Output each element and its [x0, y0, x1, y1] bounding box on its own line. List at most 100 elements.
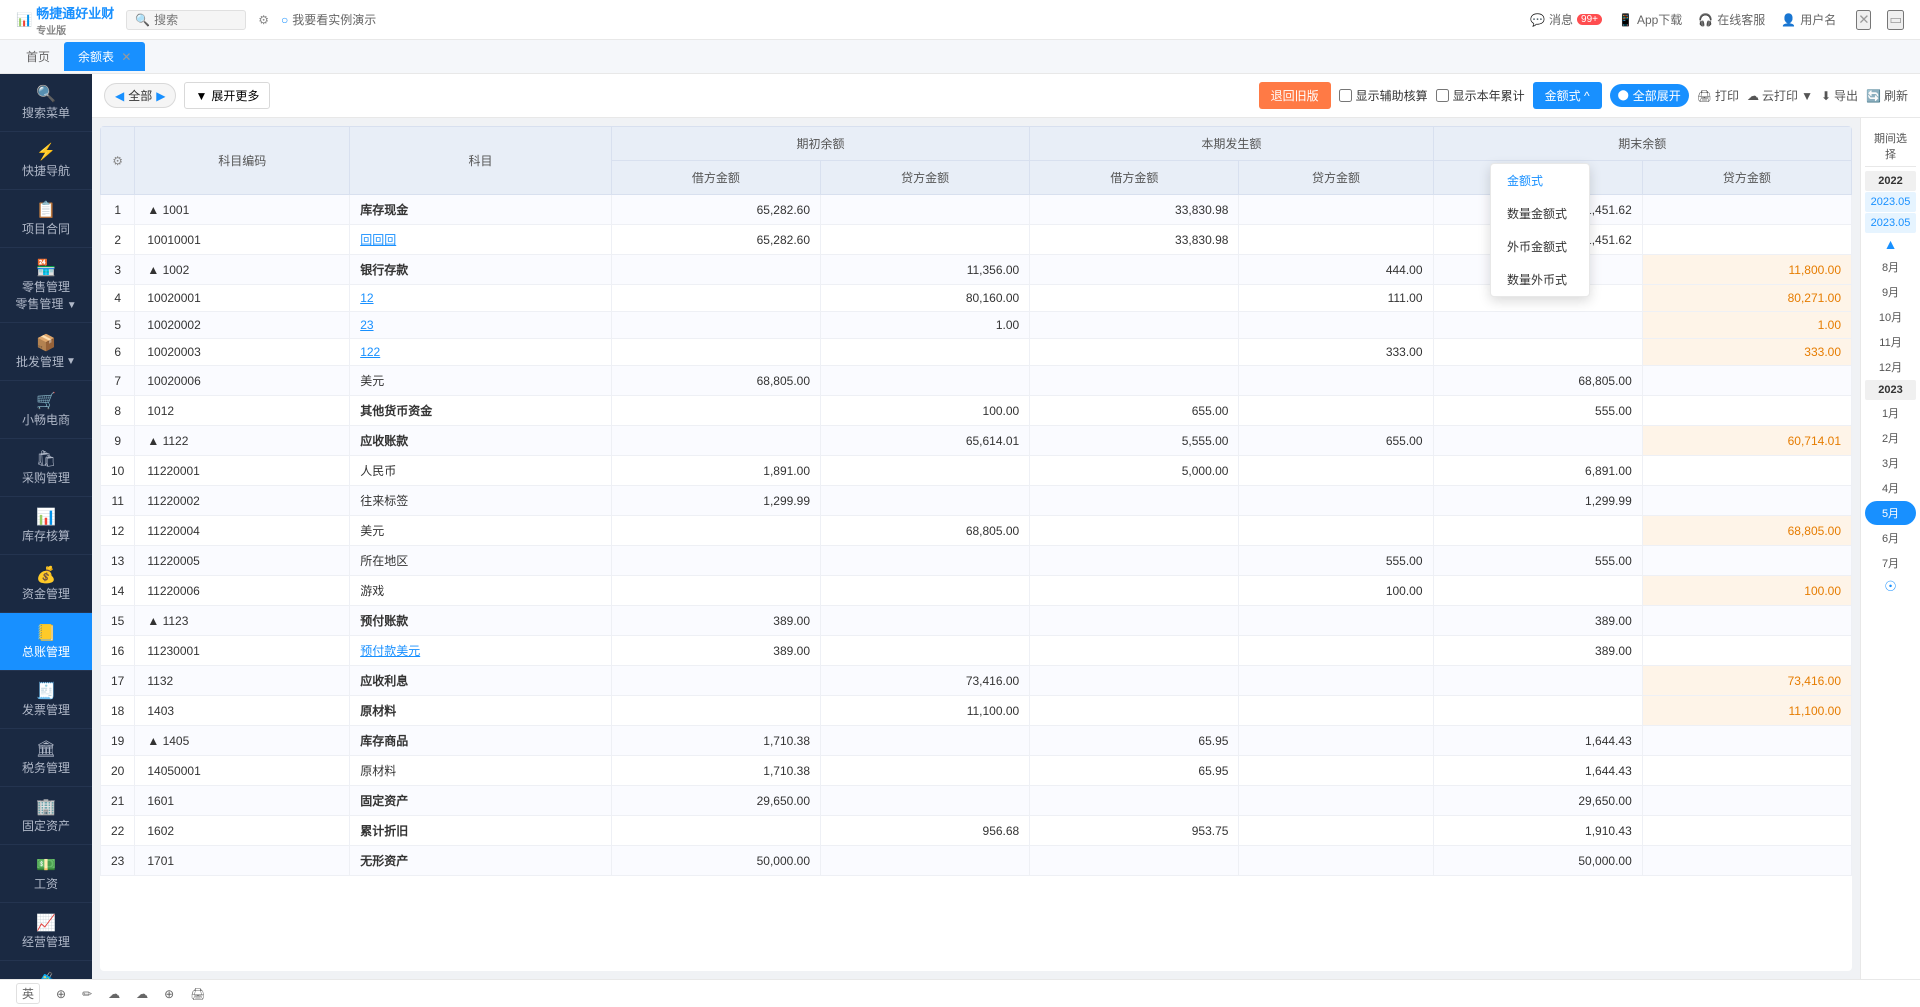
sidebar-item-management[interactable]: 📈 经营管理 — [0, 903, 92, 961]
nav-up-icon[interactable]: ▲ — [1882, 234, 1900, 254]
message-btn[interactable]: 💬 消息 99+ — [1530, 11, 1602, 28]
th-settings[interactable]: ⚙ — [101, 127, 135, 195]
period-nov[interactable]: 11月 — [1865, 330, 1916, 354]
window-close-btn[interactable]: ✕ — [1856, 10, 1871, 30]
cell-subject: 人民币 — [350, 456, 612, 486]
period-may[interactable]: 5月 — [1865, 501, 1916, 525]
sidebar-item-salary[interactable]: 💵 工资 — [0, 845, 92, 903]
cell-code: 10020002 — [135, 312, 350, 339]
show-annual-checkbox[interactable]: 显示本年累计 — [1436, 87, 1525, 104]
expand-all-toggle[interactable]: ⬤ 全部展开 — [1610, 84, 1689, 107]
back-old-version-btn[interactable]: 退回旧版 — [1259, 82, 1331, 109]
online-service-btn[interactable]: 🎧 在线客服 — [1698, 11, 1765, 28]
table-settings-icon[interactable]: ⚙ — [112, 154, 123, 168]
status-cloud1-icon[interactable]: ☁ — [108, 987, 120, 1001]
cell-o-credit — [821, 339, 1030, 366]
dropdown-item-amount[interactable]: 金额式 — [1491, 164, 1589, 197]
sidebar-item-invoice[interactable]: 🧾 发票管理 — [0, 671, 92, 729]
period-feb[interactable]: 2月 — [1865, 426, 1916, 450]
top-header: 📊 畅捷通好业财 专业版 🔍 ⚙ ○ 我要看实例演示 💬 消息 99+ 📱 Ap… — [0, 0, 1920, 40]
window-maximize-btn[interactable]: ▭ — [1887, 10, 1904, 30]
search-filter[interactable]: ◀ 全部 ▶ — [104, 83, 176, 108]
right-panel: 期间选择 2022 2023.05 2023.05 ▲ 8月 9月 10月 11… — [1860, 118, 1920, 979]
cell-code: 1602 — [135, 816, 350, 846]
cell-e-debit — [1433, 516, 1642, 546]
user-avatar[interactable]: 👤 用户名 — [1781, 11, 1836, 28]
cell-subject[interactable]: 预付款美元 — [350, 636, 612, 666]
cell-subject: 原材料 — [350, 756, 612, 786]
period-jun[interactable]: 6月 — [1865, 526, 1916, 550]
sidebar-item-tax[interactable]: 🏛 税务管理 — [0, 729, 92, 787]
sidebar-item-search[interactable]: 🔍 搜索菜单 — [0, 74, 92, 132]
cell-e-credit — [1642, 486, 1851, 516]
expand-more-btn[interactable]: ▼ 展开更多 — [184, 82, 270, 109]
cell-e-debit: 1,299.99 — [1433, 486, 1642, 516]
salary-icon: 💵 — [8, 855, 84, 875]
cell-c-credit — [1239, 312, 1433, 339]
sidebar-item-wholesale[interactable]: 📦 批发管理 ▼ — [0, 323, 92, 381]
cell-e-debit: 68,805.00 — [1433, 366, 1642, 396]
demo-link[interactable]: ○ 我要看实例演示 — [281, 11, 376, 28]
sidebar-item-ecommerce[interactable]: 🛒 小畅电商 — [0, 381, 92, 439]
cell-o-credit — [821, 225, 1030, 255]
sidebar-item-retail[interactable]: 🏪 零售管理 零售管理 ▼ — [0, 248, 92, 323]
sidebar-item-expense[interactable]: 🧳 小畅报销 — [0, 961, 92, 979]
cloud-print-btn[interactable]: ☁ 云打印 ▼ — [1747, 87, 1813, 104]
show-auxiliary-checkbox[interactable]: 显示辅助核算 — [1339, 87, 1428, 104]
app-download-btn[interactable]: 📱 App下载 — [1618, 11, 1682, 28]
sidebar-item-funds[interactable]: 💰 资金管理 — [0, 555, 92, 613]
sidebar-item-contract[interactable]: 📋 项目合同 — [0, 190, 92, 248]
settings-icon[interactable]: ⚙ — [258, 13, 269, 27]
cell-no: 3 — [101, 255, 135, 285]
sidebar-item-assets[interactable]: 🏢 固定资产 — [0, 787, 92, 845]
header-search[interactable]: 🔍 — [126, 10, 246, 30]
wholesale-icon: 📦 — [8, 333, 84, 353]
cell-o-debit — [611, 576, 820, 606]
sidebar-item-inventory[interactable]: 📊 库存核算 — [0, 497, 92, 555]
search-input[interactable] — [154, 13, 234, 27]
period-aug[interactable]: 8月 — [1865, 255, 1916, 279]
filter-next-icon[interactable]: ▶ — [156, 89, 165, 103]
dropdown-item-qty-foreign[interactable]: 数量外币式 — [1491, 263, 1589, 296]
period-apr[interactable]: 4月 — [1865, 476, 1916, 500]
period-oct[interactable]: 10月 — [1865, 305, 1916, 329]
sidebar-item-nav[interactable]: ⚡ 快捷导航 — [0, 132, 92, 190]
status-lang[interactable]: 英 — [16, 983, 40, 1004]
status-edit-icon[interactable]: ✏ — [82, 987, 92, 1001]
tab-balance[interactable]: 余额表 ✕ — [64, 42, 145, 71]
period-dec[interactable]: 12月 — [1865, 355, 1916, 379]
period-mar[interactable]: 3月 — [1865, 451, 1916, 475]
tab-home[interactable]: 首页 — [12, 42, 64, 71]
sidebar-item-ledger[interactable]: 📒 总账管理 — [0, 613, 92, 671]
annual-checkbox-input[interactable] — [1436, 89, 1449, 102]
dropdown-item-foreign-amount[interactable]: 外币金额式 — [1491, 230, 1589, 263]
expand-icon: ▼ — [195, 89, 207, 103]
export-btn[interactable]: ⬇ 导出 — [1821, 87, 1858, 104]
nav-down-icon[interactable]: ☉ — [1882, 576, 1899, 597]
status-print-icon[interactable]: 🖨 — [190, 987, 205, 1001]
cell-subject: 美元 — [350, 366, 612, 396]
auxiliary-checkbox-input[interactable] — [1339, 89, 1352, 102]
cell-o-credit — [821, 456, 1030, 486]
period-sep[interactable]: 9月 — [1865, 280, 1916, 304]
status-add-icon[interactable]: ⊕ — [164, 987, 174, 1001]
period-jul[interactable]: 7月 — [1865, 551, 1916, 575]
table-row: 81012其他货币资金100.00655.00555.00 — [101, 396, 1852, 426]
print-btn[interactable]: 🖨 打印 — [1697, 87, 1739, 104]
cell-subject[interactable]: 122 — [350, 339, 612, 366]
refresh-btn[interactable]: 🔄 刷新 — [1866, 87, 1908, 104]
status-cloud2-icon[interactable]: ☁ — [136, 987, 148, 1001]
cell-subject[interactable]: 23 — [350, 312, 612, 339]
dropdown-item-qty-amount[interactable]: 数量金额式 — [1491, 197, 1589, 230]
cell-subject[interactable]: 12 — [350, 285, 612, 312]
sidebar-item-purchase[interactable]: 🛍 采购管理 — [0, 439, 92, 497]
tab-close-btn[interactable]: ✕ — [121, 50, 131, 64]
cell-subject: 游戏 — [350, 576, 612, 606]
status-plus-icon[interactable]: ⊕ — [56, 987, 66, 1001]
period-jan[interactable]: 1月 — [1865, 401, 1916, 425]
cell-code: 11220004 — [135, 516, 350, 546]
mode-btn[interactable]: 金额式 ^ — [1533, 82, 1602, 109]
sidebar-label: 项目合同 — [8, 220, 84, 237]
cell-o-debit: 29,650.00 — [611, 786, 820, 816]
cell-subject[interactable]: 回回回 — [350, 225, 612, 255]
